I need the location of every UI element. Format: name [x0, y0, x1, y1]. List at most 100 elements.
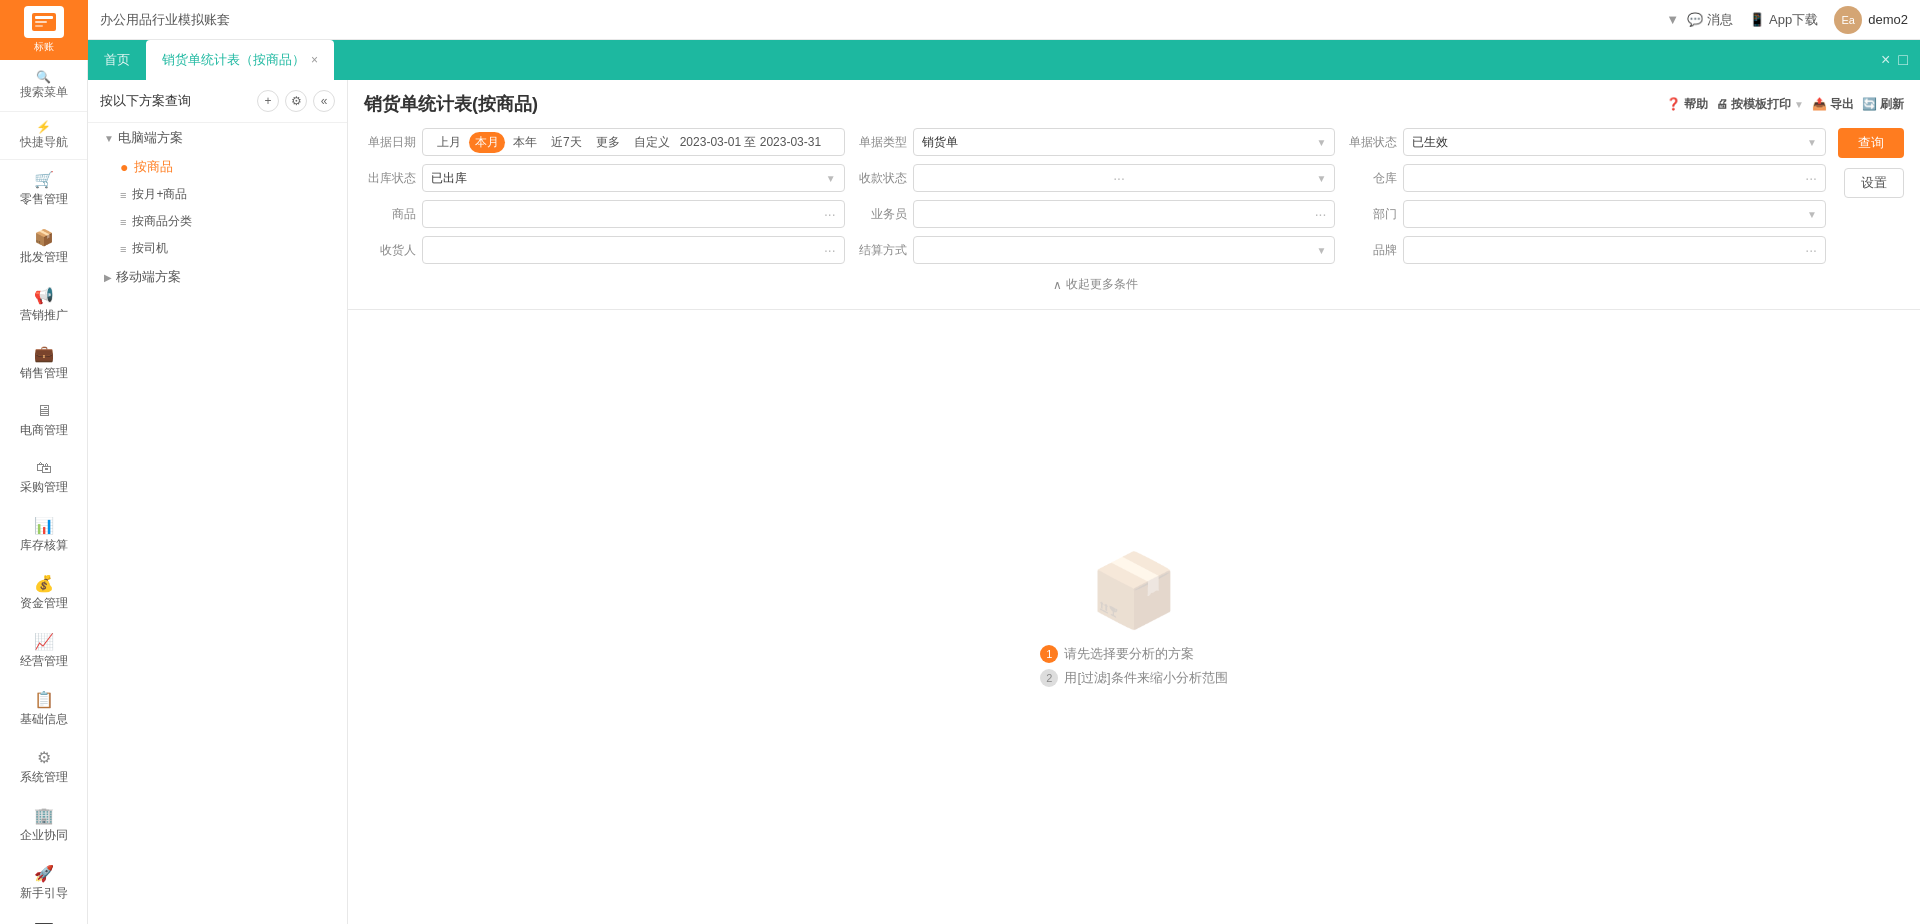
payment-status-dots: ··· [1113, 170, 1125, 186]
department-arrow: ▼ [1807, 209, 1817, 220]
tree-item-by-cashier[interactable]: ≡ 按司机 [88, 235, 347, 262]
doc-type-input[interactable]: 销货单 ▼ [913, 128, 1336, 156]
system-label: 系统管理 [20, 769, 68, 786]
sidebar-item-appcenter[interactable]: 🔲 应用中心 [0, 912, 87, 924]
refresh-btn[interactable]: 🔄 刷新 [1862, 96, 1904, 113]
brand-input[interactable]: ··· [1403, 236, 1826, 264]
date-label: 单据日期 [364, 134, 416, 151]
tree-item-by-category[interactable]: ≡ 按商品分类 [88, 208, 347, 235]
sidebar-item-system[interactable]: ⚙ 系统管理 [0, 738, 87, 796]
brand-label: 品牌 [1345, 242, 1397, 259]
sidebar: 标账 🔍 搜索菜单 ⚡ 快捷导航 🛒 零售管理 📦 批发管理 📢 营销推广 💼 … [0, 0, 88, 924]
date-tab-custom[interactable]: 自定义 [628, 132, 676, 153]
department-input[interactable]: ▼ [1403, 200, 1826, 228]
query-btn[interactable]: 查询 [1838, 128, 1904, 158]
help-icon: ❓ [1666, 97, 1681, 111]
sidebar-item-marketing[interactable]: 📢 营销推广 [0, 276, 87, 334]
recipient-input[interactable]: ··· [422, 236, 845, 264]
tree-mobile-group-header[interactable]: ▶ 移动端方案 [88, 262, 347, 292]
active-tab-label: 销货单统计表（按商品） [162, 51, 305, 69]
doc-status-arrow: ▼ [1807, 137, 1817, 148]
filter-area: 销货单统计表(按商品) ❓ 帮助 🖨 按模板打印 ▼ 📤 [348, 80, 1920, 310]
refresh-label: 刷新 [1880, 96, 1904, 113]
sidebar-item-newbie[interactable]: 🚀 新手引导 [0, 854, 87, 912]
date-tab-this-year[interactable]: 本年 [507, 132, 543, 153]
left-panel-title: 按以下方案查询 [100, 92, 251, 110]
collapse-bar[interactable]: ∧ 收起更多条件 [364, 272, 1826, 297]
maximize-window-btn[interactable]: □ [1898, 51, 1908, 69]
warehouse-label: 仓库 [1345, 170, 1397, 187]
message-btn[interactable]: 💬 消息 [1687, 11, 1733, 29]
filter-department: 部门 ▼ [1345, 200, 1826, 228]
date-tab-more[interactable]: 更多 [590, 132, 626, 153]
user-menu[interactable]: Ea demo2 [1834, 6, 1908, 34]
sidebar-item-enterprise[interactable]: 🏢 企业协同 [0, 796, 87, 854]
filter-doc-type: 单据类型 销货单 ▼ [855, 128, 1336, 156]
export-btn[interactable]: 📤 导出 [1812, 96, 1854, 113]
sidebar-item-wholesale[interactable]: 📦 批发管理 [0, 218, 87, 276]
sidebar-item-retail[interactable]: 🛒 零售管理 [0, 160, 87, 218]
filter-main: 单据日期 上月 本月 本年 近7天 更多 自定义 [364, 128, 1826, 297]
download-icon: 📱 [1749, 12, 1765, 27]
warehouse-status-input[interactable]: 已出库 ▼ [422, 164, 845, 192]
tab-close-btn[interactable]: × [311, 53, 318, 67]
empty-step-1: 1 请先选择要分析的方案 [1040, 645, 1227, 663]
salesperson-label: 业务员 [855, 206, 907, 223]
settings-btn[interactable]: 设置 [1844, 168, 1904, 198]
date-tab-last-month[interactable]: 上月 [431, 132, 467, 153]
salesperson-input[interactable]: ··· [913, 200, 1336, 228]
print-btn[interactable]: 🖨 按模板打印 ▼ [1716, 96, 1804, 113]
date-tab-7days[interactable]: 近7天 [545, 132, 588, 153]
doc-status-label: 单据状态 [1345, 134, 1397, 151]
tree-item-by-month-product[interactable]: ≡ 按月+商品 [88, 181, 347, 208]
sidebar-item-sales[interactable]: 💼 销售管理 [0, 334, 87, 392]
date-input[interactable]: 上月 本月 本年 近7天 更多 自定义 2023-03-01 至 2023-03… [422, 128, 845, 156]
cashier-icon: ≡ [120, 243, 126, 255]
help-btn[interactable]: ❓ 帮助 [1666, 96, 1708, 113]
settlement-input[interactable]: ▼ [913, 236, 1336, 264]
add-scheme-btn[interactable]: + [257, 90, 279, 112]
warehouse-input[interactable]: ··· [1403, 164, 1826, 192]
newbie-label: 新手引导 [20, 885, 68, 902]
app-download-btn[interactable]: 📱 App下载 [1749, 11, 1818, 29]
warehouse-status-value: 已出库 [431, 170, 467, 187]
print-icon: 🖨 [1716, 97, 1728, 111]
tree-desktop-group-header[interactable]: ▼ 电脑端方案 [88, 123, 347, 153]
ecommerce-icon: 🖥 [36, 402, 52, 420]
close-window-btn[interactable]: × [1881, 51, 1890, 69]
sidebar-item-basic[interactable]: 📋 基础信息 [0, 680, 87, 738]
export-label: 导出 [1830, 96, 1854, 113]
sidebar-item-ecommerce[interactable]: 🖥 电商管理 [0, 392, 87, 449]
newbie-icon: 🚀 [34, 864, 54, 883]
tab-home[interactable]: 首页 [88, 40, 146, 80]
tree-item-by-category-label: 按商品分类 [132, 213, 192, 230]
collapse-panel-btn[interactable]: « [313, 90, 335, 112]
inventory-label: 库存核算 [20, 537, 68, 554]
sidebar-item-operations[interactable]: 📈 经营管理 [0, 622, 87, 680]
sidebar-quicknav-section[interactable]: ⚡ 快捷导航 [0, 112, 87, 160]
retail-label: 零售管理 [20, 191, 68, 208]
content: 按以下方案查询 + ⚙ « ▼ 电脑端方案 ● 按商品 ≡ 按月+商品 [88, 80, 1920, 924]
wholesale-label: 批发管理 [20, 249, 68, 266]
sidebar-item-purchase[interactable]: 🛍 采购管理 [0, 449, 87, 506]
tab-active[interactable]: 销货单统计表（按商品） × [146, 40, 334, 80]
svg-rect-1 [35, 16, 53, 19]
date-tab-this-month[interactable]: 本月 [469, 132, 505, 153]
payment-status-input[interactable]: ··· ▼ [913, 164, 1336, 192]
topbar-title: 办公用品行业模拟账套 [100, 11, 1658, 29]
doc-type-value: 销货单 [922, 134, 958, 151]
collapse-btn[interactable]: ∧ 收起更多条件 [1053, 276, 1138, 293]
refresh-icon: 🔄 [1862, 97, 1877, 111]
tree-item-by-product[interactable]: ● 按商品 [88, 153, 347, 181]
settings-scheme-btn[interactable]: ⚙ [285, 90, 307, 112]
sidebar-item-finance[interactable]: 💰 资金管理 [0, 564, 87, 622]
product-input[interactable]: ··· [422, 200, 845, 228]
topbar-dropdown-arrow[interactable]: ▼ [1666, 12, 1679, 27]
sidebar-search-label: 搜索菜单 [20, 84, 68, 101]
tree-item-by-cashier-label: 按司机 [132, 240, 168, 257]
tree-mobile-expand-icon: ▶ [104, 272, 112, 283]
doc-status-input[interactable]: 已生效 ▼ [1403, 128, 1826, 156]
sidebar-item-inventory[interactable]: 📊 库存核算 [0, 506, 87, 564]
sidebar-search-section[interactable]: 🔍 搜索菜单 [0, 60, 87, 112]
tree-item-by-month-product-label: 按月+商品 [132, 186, 187, 203]
